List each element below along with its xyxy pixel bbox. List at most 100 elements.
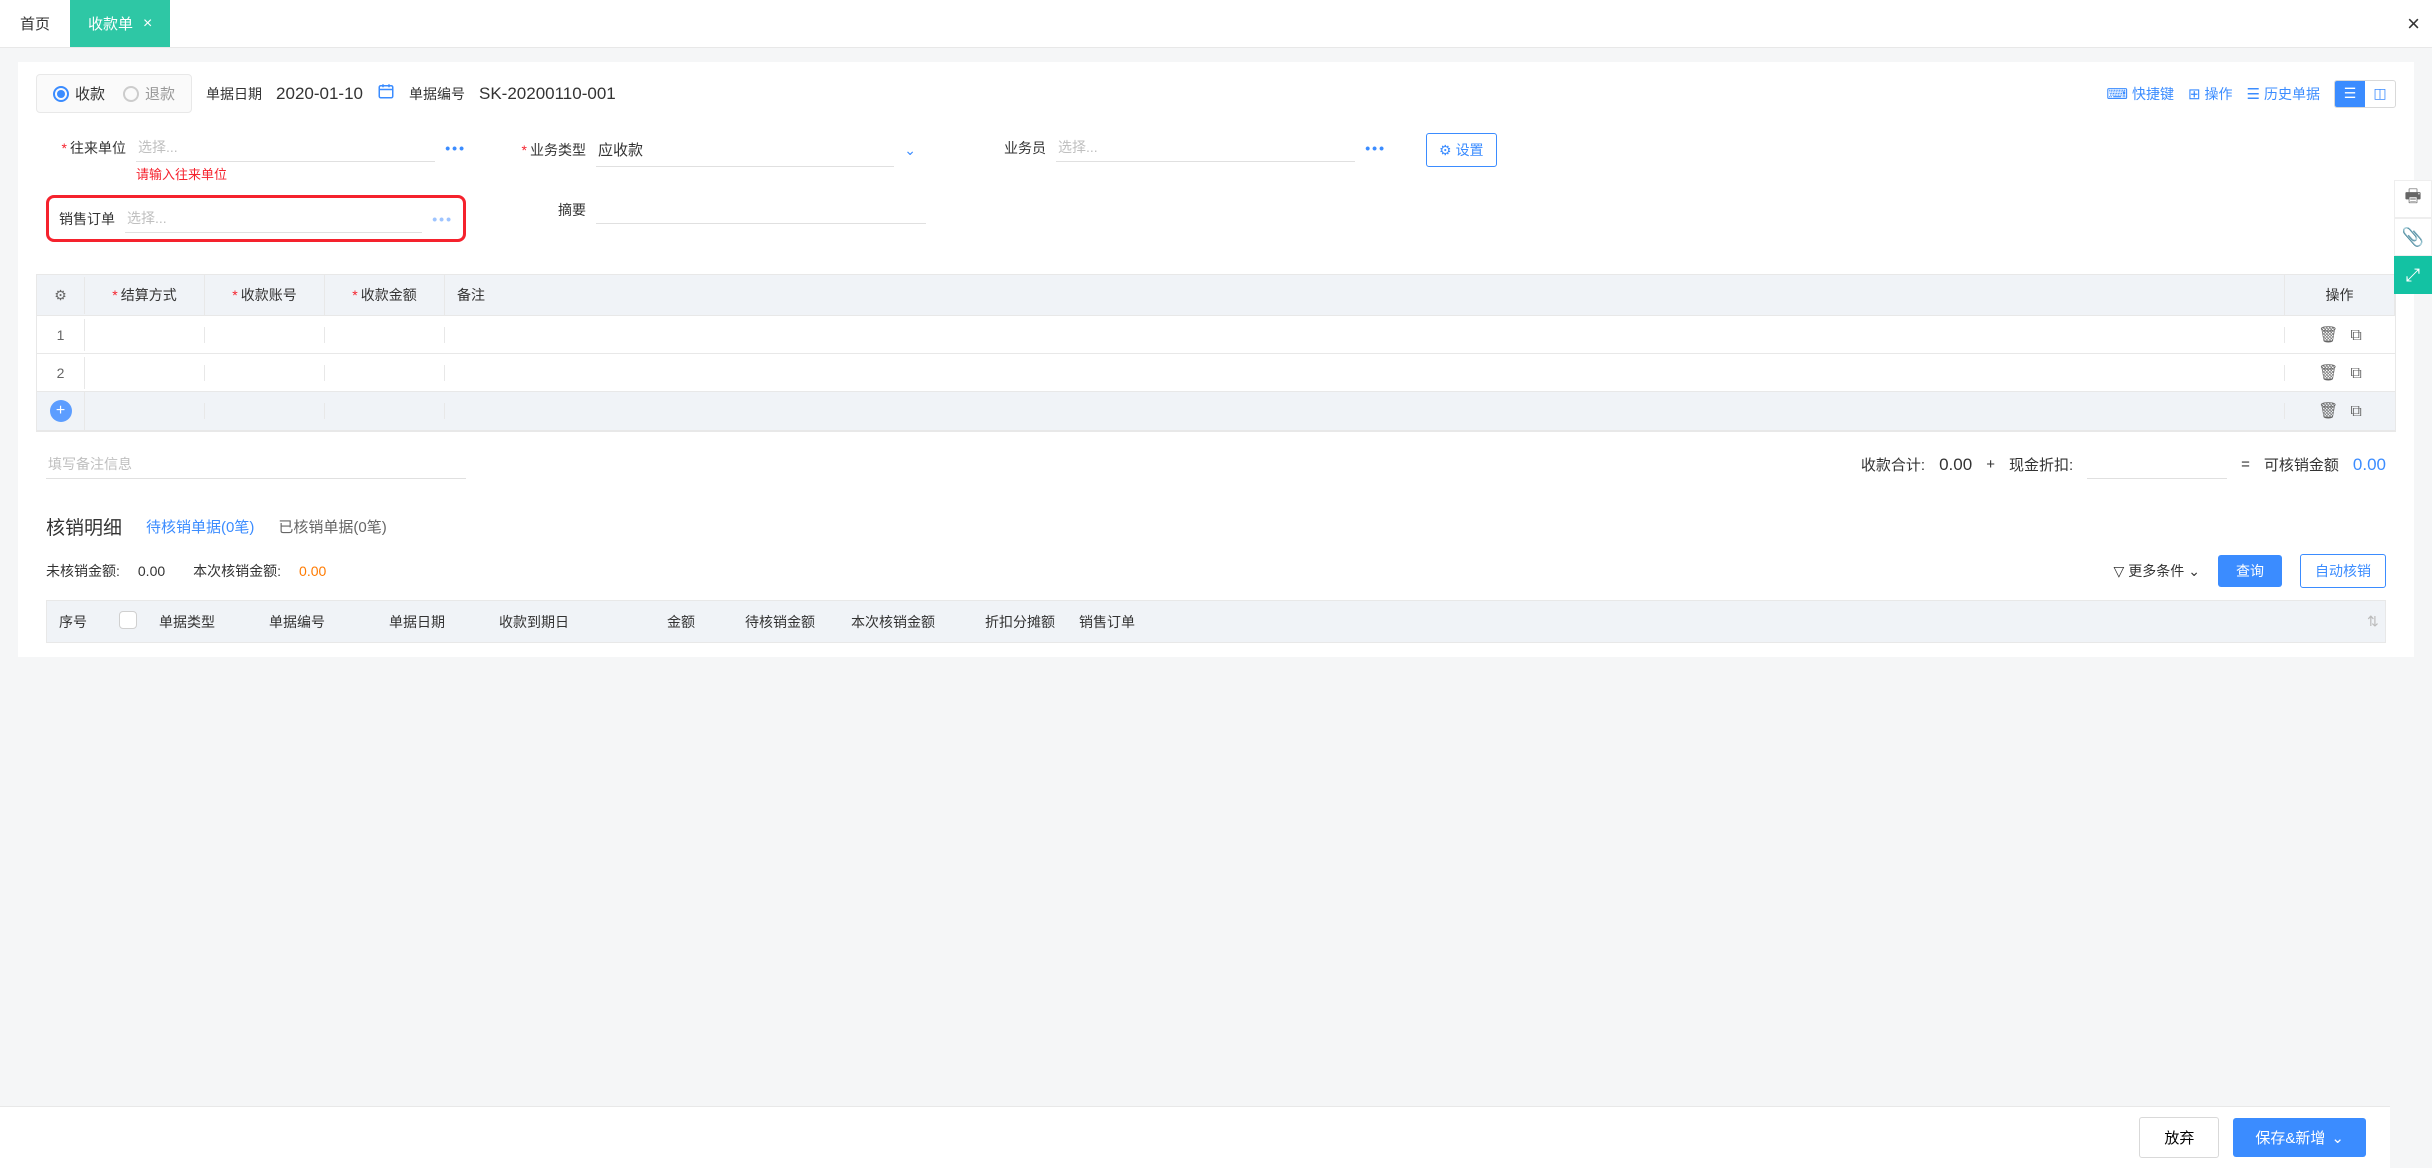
col-remark: 备注 — [445, 275, 2285, 315]
unit-select[interactable] — [136, 133, 435, 162]
sort-icon[interactable]: ⇅ — [2355, 603, 2385, 640]
auto-verify-button[interactable]: 自动核销 — [2300, 554, 2386, 588]
delete-icon[interactable]: 🗑 — [2318, 327, 2338, 344]
col-ops: 操作 — [2285, 275, 2395, 315]
expand-icon[interactable]: ⤢ — [2394, 256, 2432, 294]
vcol-type: 单据类型 — [147, 602, 257, 642]
radio-receive-label: 收款 — [75, 83, 105, 104]
col-account: *收款账号 — [205, 275, 325, 315]
net-label: 可核销金额 — [2264, 454, 2339, 475]
vcol-seq: 序号 — [47, 602, 107, 642]
list-icon: ☰ — [2247, 85, 2260, 103]
unit-error: 请输入往来单位 — [136, 164, 466, 183]
sales-label: 销售订单 — [59, 209, 115, 229]
footer-bar: 放弃 保存&新增 ⌄ — [0, 1106, 2390, 1168]
close-icon[interactable]: × — [143, 15, 152, 33]
delete-icon[interactable]: 🗑 — [2318, 365, 2338, 382]
vcol-checkbox[interactable] — [107, 601, 147, 642]
tab-receipt[interactable]: 收款单 × — [70, 0, 170, 47]
row-index: 1 — [37, 319, 85, 351]
summary-label: 摘要 — [506, 200, 586, 220]
cell-remark[interactable] — [445, 327, 2285, 343]
row-index: 2 — [37, 357, 85, 389]
cell-method[interactable] — [85, 327, 205, 343]
save-new-button[interactable]: 保存&新增 ⌄ — [2233, 1118, 2366, 1157]
cell-amount[interactable] — [325, 365, 445, 381]
chevron-down-icon: ⌄ — [2331, 1129, 2344, 1147]
vcol-discount: 折扣分摊额 — [947, 602, 1067, 642]
grid-row: 1 🗑 ⧉ — [37, 316, 2395, 354]
summary-input[interactable] — [596, 195, 926, 224]
cell-method[interactable] — [85, 403, 205, 419]
query-button[interactable]: 查询 — [2218, 555, 2282, 587]
tab-home[interactable]: 首页 — [0, 0, 70, 47]
attachment-icon[interactable]: 📎 — [2394, 218, 2432, 256]
cell-amount[interactable] — [325, 327, 445, 343]
print-icon[interactable]: 🖶 — [2394, 180, 2432, 218]
more-label: 更多条件 — [2128, 561, 2184, 581]
vcol-due: 收款到期日 — [487, 602, 617, 642]
date-value[interactable]: 2020-01-10 — [276, 84, 363, 104]
sales-select[interactable] — [125, 204, 422, 233]
eq-sign: = — [2241, 456, 2250, 473]
remark-input[interactable] — [46, 450, 466, 479]
chevron-down-icon[interactable]: ⌄ — [904, 142, 916, 159]
cell-method[interactable] — [85, 365, 205, 381]
sales-order-highlight: 销售订单 ••• — [46, 195, 466, 242]
history-label: 历史单据 — [2264, 84, 2320, 104]
plus-sign: + — [1986, 456, 1995, 473]
clerk-more-icon[interactable]: ••• — [1365, 140, 1386, 156]
delete-icon[interactable]: 🗑 — [2318, 403, 2338, 420]
grid-icon: ⊞ — [2188, 85, 2201, 103]
cell-remark[interactable] — [445, 403, 2285, 419]
this-verify-label: 本次核销金额: — [193, 561, 281, 581]
cash-label: 现金折扣: — [2009, 454, 2073, 475]
shortcut-link[interactable]: ⌨ 快捷键 — [2106, 84, 2174, 104]
copy-icon[interactable]: ⧉ — [2350, 365, 2361, 382]
history-link[interactable]: ☰ 历史单据 — [2247, 84, 2320, 104]
tab-done[interactable]: 已核销单据(0笔) — [278, 516, 386, 537]
biz-label: *业务类型 — [506, 140, 586, 160]
tab-pending[interactable]: 待核销单据(0笔) — [146, 516, 254, 537]
vcol-this: 本次核销金额 — [827, 602, 947, 642]
add-row-icon[interactable]: + — [50, 400, 72, 422]
col-method: *结算方式 — [85, 275, 205, 315]
sales-more-icon[interactable]: ••• — [432, 211, 453, 227]
radio-refund[interactable]: 退款 — [123, 83, 175, 104]
col-amount: *收款金额 — [325, 275, 445, 315]
type-radio-group: 收款 退款 — [36, 74, 192, 113]
cash-discount-input[interactable] — [2087, 451, 2227, 479]
more-conditions[interactable]: ▽ 更多条件 ⌄ — [2113, 561, 2200, 581]
calendar-icon[interactable] — [377, 82, 395, 105]
cell-account[interactable] — [205, 365, 325, 381]
unverified-label: 未核销金额: — [46, 561, 120, 581]
radio-checked-icon — [53, 86, 69, 102]
payment-grid: ⚙ *结算方式 *收款账号 *收款金额 备注 操作 1 🗑 ⧉ 2 🗑 — [36, 274, 2396, 432]
grid-row: 2 🗑 ⧉ — [37, 354, 2395, 392]
date-label: 单据日期 — [206, 84, 262, 104]
tab-receipt-label: 收款单 — [88, 13, 133, 34]
unit-more-icon[interactable]: ••• — [445, 140, 466, 156]
vcol-date: 单据日期 — [377, 602, 487, 642]
cancel-button[interactable]: 放弃 — [2139, 1117, 2219, 1158]
unverified-value: 0.00 — [138, 563, 165, 579]
operate-link[interactable]: ⊞ 操作 — [2188, 84, 2233, 104]
settings-button[interactable]: ⚙ 设置 — [1426, 133, 1497, 167]
view-compact[interactable]: ☰ — [2335, 81, 2365, 107]
cell-remark[interactable] — [445, 365, 2285, 381]
radio-receive[interactable]: 收款 — [53, 83, 105, 104]
cell-account[interactable] — [205, 403, 325, 419]
checkbox-icon[interactable] — [119, 611, 137, 629]
copy-icon[interactable]: ⧉ — [2350, 327, 2361, 344]
cell-amount[interactable] — [325, 403, 445, 419]
copy-icon[interactable]: ⧉ — [2350, 403, 2361, 420]
grid-add-row: + 🗑 ⧉ — [37, 392, 2395, 431]
view-detail[interactable]: ◫ — [2365, 81, 2395, 107]
close-panel-icon[interactable]: × — [2407, 11, 2420, 37]
clerk-select[interactable] — [1056, 133, 1355, 162]
verify-table: 序号 单据类型 单据编号 单据日期 收款到期日 金额 待核销金额 本次核销金额 … — [46, 600, 2386, 643]
sum-label: 收款合计: — [1861, 454, 1925, 475]
biz-select[interactable]: 应收款 — [596, 133, 894, 167]
grid-gear-icon[interactable]: ⚙ — [37, 277, 85, 314]
cell-account[interactable] — [205, 327, 325, 343]
